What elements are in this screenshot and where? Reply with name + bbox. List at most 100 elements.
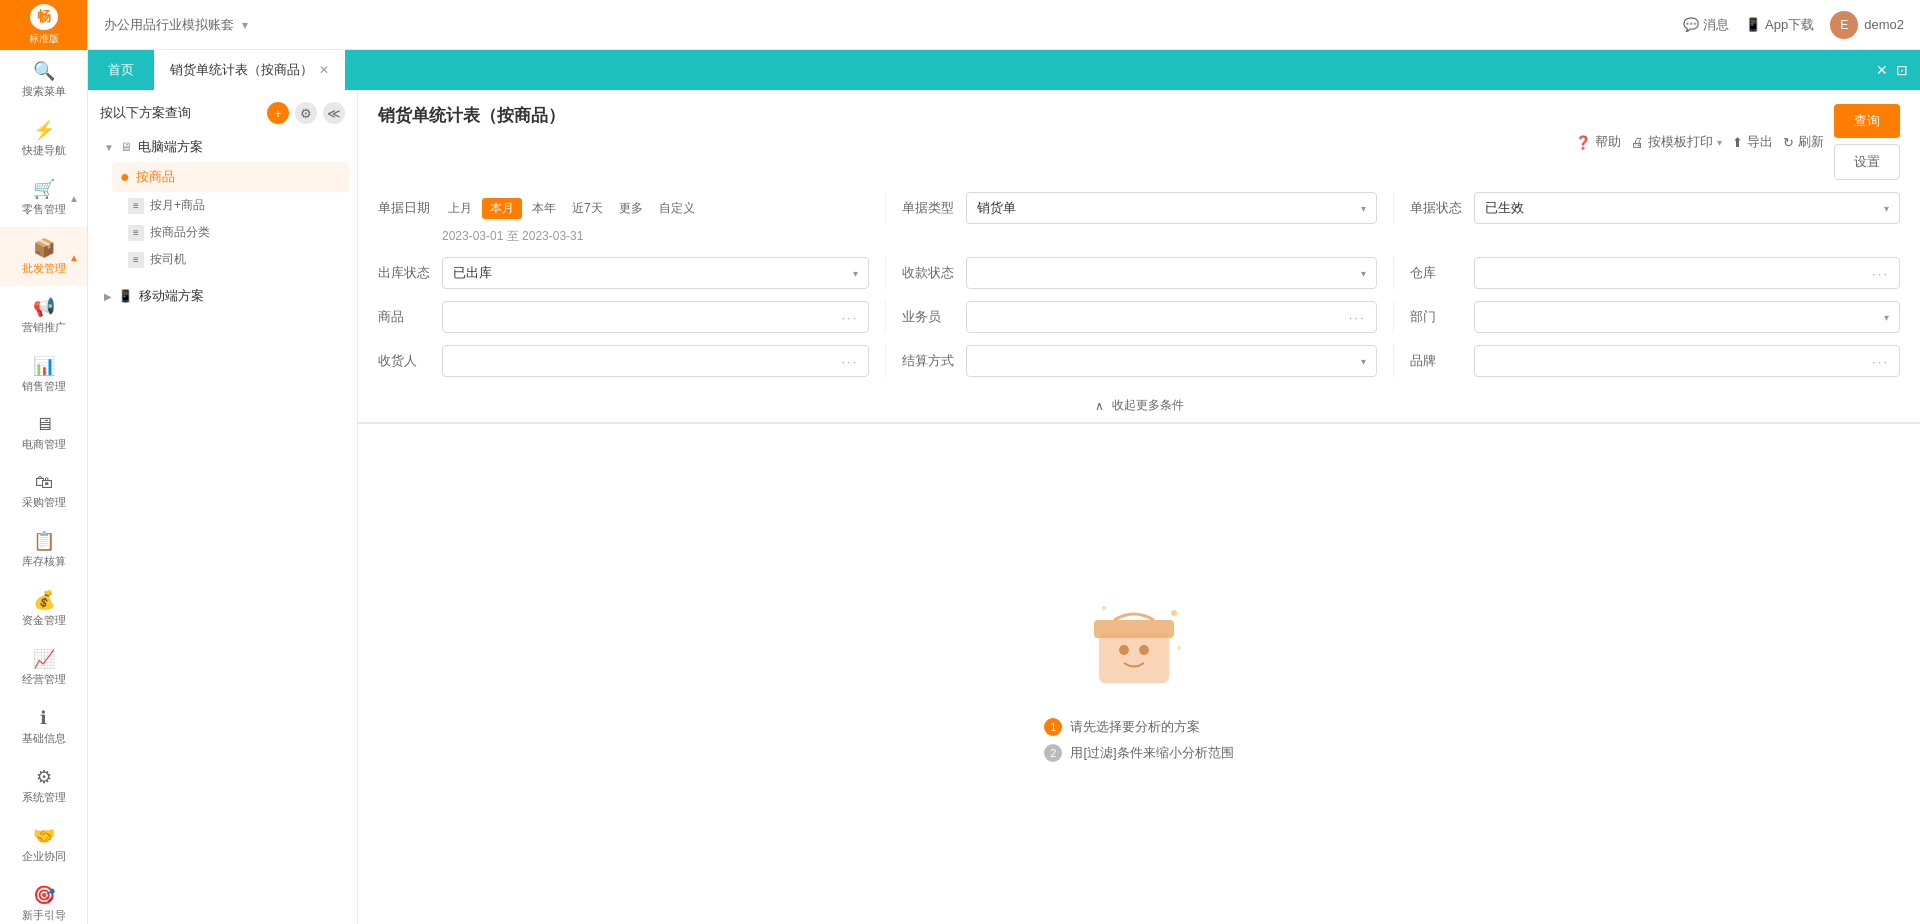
header-app-download-btn[interactable]: 📱 App下载: [1745, 16, 1814, 34]
sidebar-item-collab[interactable]: 🤝 企业协同: [0, 815, 87, 874]
print-btn[interactable]: 🖨 按模板打印 ▾: [1631, 133, 1722, 151]
quicknav-icon: ⚡: [33, 119, 55, 141]
sidebar-item-ecommerce[interactable]: 🖥 电商管理: [0, 404, 87, 462]
date-range-value: 2023-03-01 至 2023-03-31: [442, 229, 583, 243]
sidebar-item-purchase[interactable]: 🛍 采购管理: [0, 462, 87, 520]
warehouse-input[interactable]: ···: [1474, 257, 1900, 289]
sidebar-item-operations[interactable]: 📈 经营管理: [0, 638, 87, 697]
retail-icon: 🛒: [33, 178, 55, 200]
collapse-bar[interactable]: ∧ 收起更多条件: [358, 389, 1920, 423]
help-label: 帮助: [1595, 133, 1621, 151]
query-settings-group: 查询 设置: [1834, 104, 1900, 180]
mobile-group-icon: 📱: [118, 289, 133, 303]
sidebar-item-basic[interactable]: ℹ 基础信息: [0, 697, 87, 756]
filter-subitem-month-goods[interactable]: ≡ 按月+商品: [120, 192, 349, 219]
date-tab-thismonth[interactable]: 本月: [482, 198, 522, 219]
status-value: 已生效: [1485, 199, 1524, 217]
filter-subitem-driver[interactable]: ≡ 按司机: [120, 246, 349, 273]
export-btn[interactable]: ⬆ 导出: [1732, 133, 1773, 151]
sidebar-item-inventory[interactable]: 📋 库存核算: [0, 520, 87, 579]
tab-sales-stat[interactable]: 销货单统计表（按商品） ✕: [154, 50, 345, 90]
filter-subitem-goods-cat[interactable]: ≡ 按商品分类: [120, 219, 349, 246]
svg-rect-1: [1094, 620, 1174, 638]
filter-row-2: 出库状态 已出库 ▾ 收款状态 ▾: [378, 257, 1900, 289]
pc-group-icon: 🖥: [120, 140, 132, 154]
empty-state: 1 请先选择要分析的方案 2 用[过滤]条件来缩小分析范围: [358, 424, 1920, 924]
by-goods-active-icon: ●: [120, 168, 130, 186]
receipt-dropdown-icon: ▾: [1361, 268, 1366, 279]
sidebar-item-quicknav[interactable]: ⚡ 快捷导航: [0, 109, 87, 168]
stockout-dropdown-icon: ▾: [853, 268, 858, 279]
svg-point-3: [1139, 645, 1149, 655]
date-tab-thisyear[interactable]: 本年: [526, 198, 562, 219]
empty-text-2: 用[过滤]条件来缩小分析范围: [1070, 744, 1233, 762]
type-label: 单据类型: [902, 199, 958, 217]
sidebar-nav: 🔍 搜索菜单 ⚡ 快捷导航 🛒 零售管理 ▲ 📦 批发管理 ▲ 📢 营销推广 📊…: [0, 50, 87, 924]
inventory-icon: 📋: [33, 530, 55, 552]
empty-line-1: 1 请先选择要分析的方案: [1044, 718, 1233, 736]
tab-home-label: 首页: [108, 61, 134, 79]
sidebar-item-label: 经营管理: [22, 672, 66, 687]
page-header: 销货单统计表（按商品） ❓ 帮助 🖨 按模板打印 ▾ ⬆: [358, 90, 1920, 424]
filter-subgroup: ≡ 按月+商品 ≡ 按商品分类 ≡ 按司机: [112, 192, 349, 273]
sidebar-item-label: 库存核算: [22, 554, 66, 569]
stockout-label: 出库状态: [378, 264, 434, 282]
date-tab-custom[interactable]: 自定义: [653, 198, 701, 219]
sales-icon: 📊: [33, 355, 55, 377]
sidebar-item-finance[interactable]: 💰 资金管理: [0, 579, 87, 638]
type-select[interactable]: 销货单 ▾: [966, 192, 1376, 224]
header-message-btn[interactable]: 💬 消息: [1683, 16, 1729, 34]
sidebar-item-retail[interactable]: 🛒 零售管理 ▲: [0, 168, 87, 227]
filter-group-mobile-title[interactable]: ▶ 📱 移动端方案: [96, 281, 349, 311]
stockout-select[interactable]: 已出库 ▾: [442, 257, 869, 289]
staff-input[interactable]: ···: [966, 301, 1376, 333]
settings-button[interactable]: 设置: [1834, 144, 1900, 180]
tab-home[interactable]: 首页: [88, 50, 154, 90]
tab-close-icon[interactable]: ✕: [319, 63, 329, 77]
sidebar-item-wholesale[interactable]: 📦 批发管理 ▲: [0, 227, 87, 286]
date-tab-more[interactable]: 更多: [613, 198, 649, 219]
help-btn[interactable]: ❓ 帮助: [1575, 133, 1621, 151]
tab-sales-stat-label: 销货单统计表（按商品）: [170, 61, 313, 79]
filter-collapse-icon[interactable]: ≪: [323, 102, 345, 124]
brand-field: 品牌 ···: [1393, 345, 1900, 377]
sidebar-item-guide[interactable]: 🎯 新手引导: [0, 874, 87, 924]
content-area: 按以下方案查询 + ⚙ ≪ ▼ 🖥 电脑端方案: [88, 90, 1920, 924]
filter-settings-icon[interactable]: ⚙: [295, 102, 317, 124]
main-panel: 销货单统计表（按商品） ❓ 帮助 🖨 按模板打印 ▾ ⬆: [358, 90, 1920, 924]
filter-item-by-goods[interactable]: ● 按商品: [112, 162, 349, 192]
sidebar-item-sales[interactable]: 📊 销售管理: [0, 345, 87, 404]
date-tab-lastmonth[interactable]: 上月: [442, 198, 478, 219]
pc-group-label: 电脑端方案: [138, 138, 203, 156]
message-label: 消息: [1703, 16, 1729, 34]
sidebar-item-label: 快捷导航: [22, 143, 66, 158]
stockout-value: 已出库: [453, 264, 492, 282]
brand-label: 品牌: [1410, 352, 1466, 370]
dept-select[interactable]: ▾: [1474, 301, 1900, 333]
receiver-input[interactable]: ···: [442, 345, 869, 377]
help-icon: ❓: [1575, 135, 1591, 150]
query-button[interactable]: 查询: [1834, 104, 1900, 138]
type-value: 销货单: [977, 199, 1016, 217]
sidebar-item-system[interactable]: ⚙ 系统管理: [0, 756, 87, 815]
receipt-select[interactable]: ▾: [966, 257, 1376, 289]
sidebar-item-search[interactable]: 🔍 搜索菜单: [0, 50, 87, 109]
brand-input[interactable]: ···: [1474, 345, 1900, 377]
filter-row-4: 收货人 ··· 结算方式 ▾: [378, 345, 1900, 377]
tab-spacer: [345, 50, 1864, 90]
app-dropdown-arrow[interactable]: ▾: [242, 18, 248, 32]
sidebar-item-label: 批发管理: [22, 261, 66, 276]
warehouse-label: 仓库: [1410, 264, 1466, 282]
goods-input[interactable]: ···: [442, 301, 869, 333]
sidebar-item-marketing[interactable]: 📢 营销推广: [0, 286, 87, 345]
payment-select[interactable]: ▾: [966, 345, 1376, 377]
month-goods-icon: ≡: [128, 198, 144, 214]
status-select[interactable]: 已生效 ▾: [1474, 192, 1900, 224]
header-user-btn[interactable]: E demo2: [1830, 11, 1904, 39]
window-minimize-icon[interactable]: ✕: [1876, 62, 1888, 78]
window-maximize-icon[interactable]: ⊡: [1896, 62, 1908, 78]
date-tab-7days[interactable]: 近7天: [566, 198, 609, 219]
refresh-btn[interactable]: ↻ 刷新: [1783, 133, 1824, 151]
filter-add-btn[interactable]: +: [267, 102, 289, 124]
filter-group-pc-title[interactable]: ▼ 🖥 电脑端方案: [96, 132, 349, 162]
